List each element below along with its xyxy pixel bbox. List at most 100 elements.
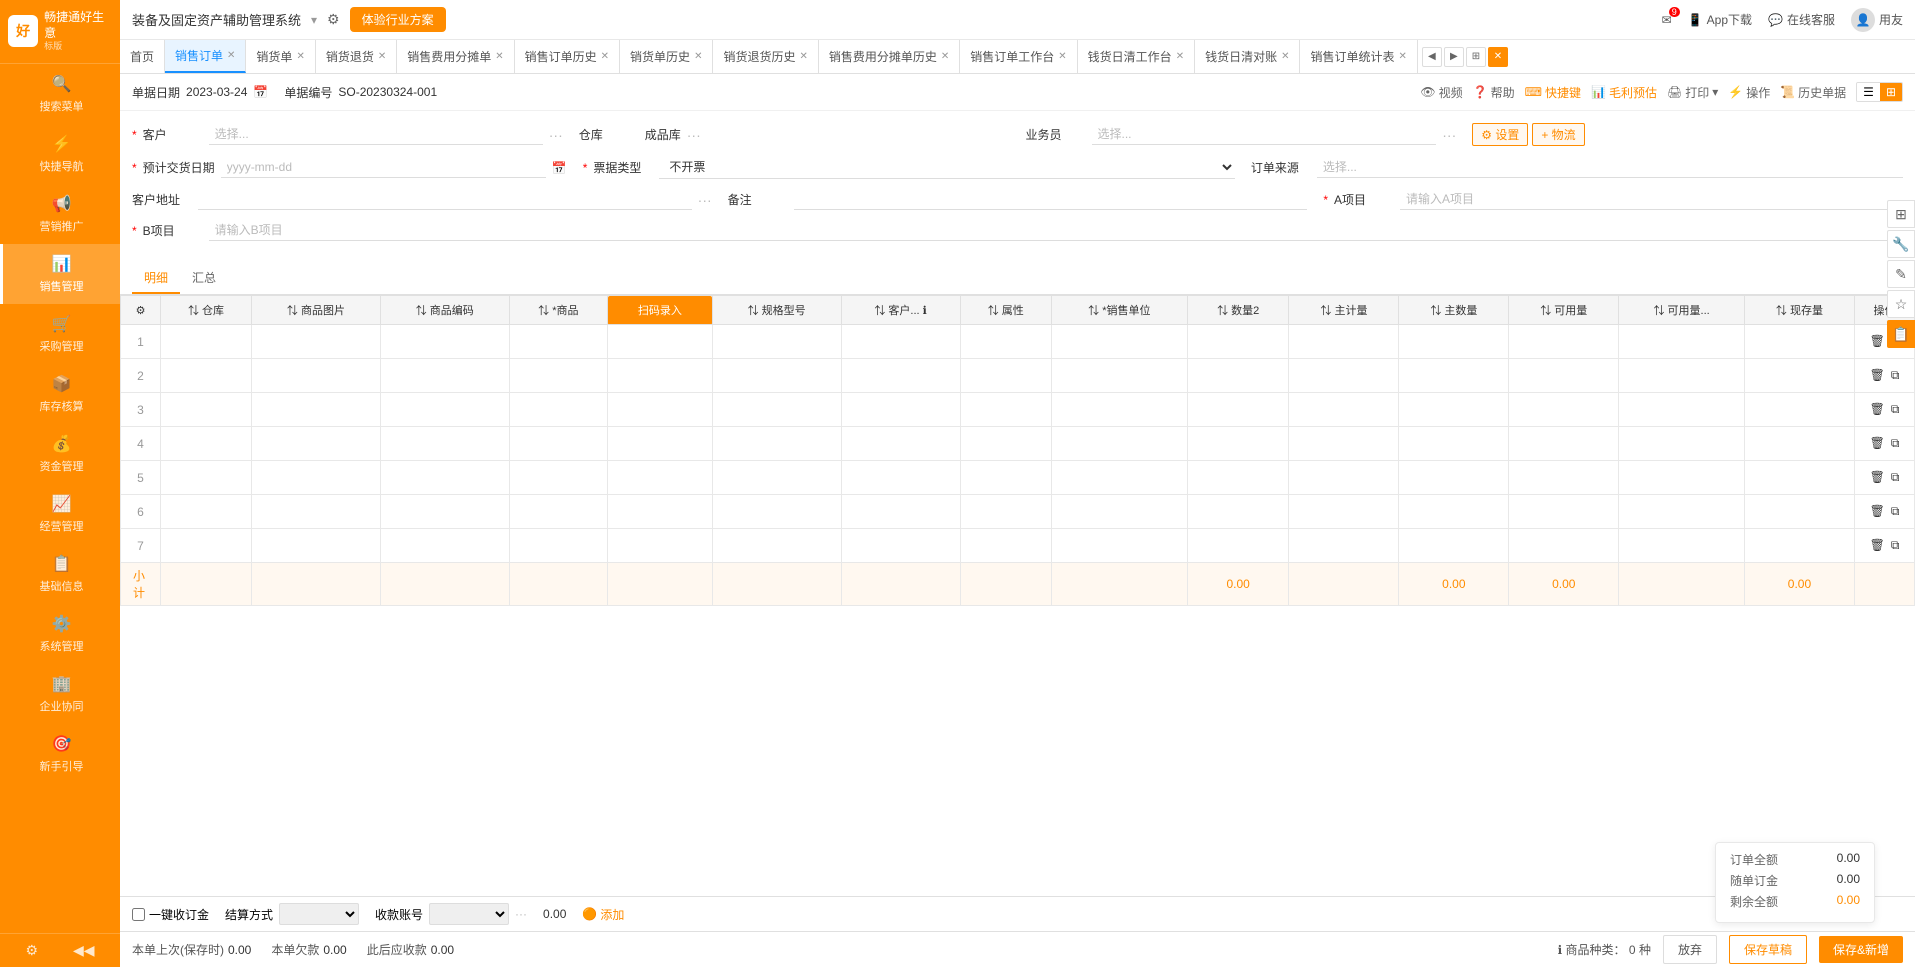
table-cell[interactable] xyxy=(1289,529,1399,563)
table-cell[interactable] xyxy=(1187,461,1289,495)
table-cell[interactable] xyxy=(1289,359,1399,393)
product-count-icon[interactable]: ℹ xyxy=(1558,943,1563,957)
table-cell[interactable] xyxy=(380,461,509,495)
float-btn-2[interactable]: 🔧 xyxy=(1887,230,1915,258)
solution-button[interactable]: 体验行业方案 xyxy=(350,7,446,32)
sidebar-item-enterprise[interactable]: 🏢企业协同 xyxy=(0,664,120,724)
table-cell[interactable] xyxy=(509,427,607,461)
project-a-input[interactable] xyxy=(1400,189,1903,210)
help-btn[interactable]: ❓ 帮助 xyxy=(1473,84,1515,101)
table-cell[interactable] xyxy=(1509,325,1619,359)
list-view-btn[interactable]: ☰ xyxy=(1857,83,1880,101)
topbar-dropdown-icon[interactable]: ▾ xyxy=(311,13,317,27)
add-btn[interactable]: 🟠 添加 xyxy=(582,906,624,923)
table-cell[interactable] xyxy=(608,427,713,461)
table-cell[interactable] xyxy=(380,359,509,393)
tab-close-sales-order-workbench[interactable]: ✕ xyxy=(1058,51,1066,62)
table-cell[interactable] xyxy=(1051,325,1187,359)
tab-close-sales-order-history[interactable]: ✕ xyxy=(601,51,609,62)
table-cell[interactable] xyxy=(1744,325,1854,359)
table-cell[interactable] xyxy=(841,325,960,359)
payment-method-select[interactable] xyxy=(279,903,359,925)
tab-close-cashflow-daily[interactable]: ✕ xyxy=(1176,51,1184,62)
tab-sales-order-history[interactable]: 销售订单历史✕ xyxy=(515,40,620,73)
table-cell[interactable] xyxy=(380,393,509,427)
sidebar-item-marketing[interactable]: 📢营销推广 xyxy=(0,184,120,244)
table-cell[interactable] xyxy=(1619,495,1745,529)
table-cell[interactable] xyxy=(1187,359,1289,393)
table-cell[interactable] xyxy=(509,461,607,495)
table-cell[interactable] xyxy=(712,461,841,495)
row-copy-icon[interactable]: ⧉ xyxy=(1891,368,1900,382)
table-cell[interactable] xyxy=(841,427,960,461)
float-btn-1[interactable]: ⊞ xyxy=(1887,200,1915,228)
table-cell[interactable] xyxy=(1619,529,1745,563)
table-cell[interactable] xyxy=(1399,325,1509,359)
table-view-btn[interactable]: ⊞ xyxy=(1880,83,1902,101)
table-cell[interactable] xyxy=(712,393,841,427)
tab-sales-order-workbench[interactable]: 销售订单工作台✕ xyxy=(960,40,1077,73)
table-cell[interactable] xyxy=(1509,427,1619,461)
sidebar-item-basic-info[interactable]: 📋基础信息 xyxy=(0,544,120,604)
float-btn-3[interactable]: ✎ xyxy=(1887,260,1915,288)
table-cell[interactable] xyxy=(380,325,509,359)
row-copy-icon[interactable]: ⧉ xyxy=(1891,470,1900,484)
table-cell[interactable] xyxy=(960,427,1051,461)
sidebar-item-inventory[interactable]: 📦库存核算 xyxy=(0,364,120,424)
shortcut-btn[interactable]: ⌨ 快捷键 xyxy=(1525,84,1581,101)
table-cell[interactable] xyxy=(161,359,252,393)
table-cell[interactable] xyxy=(1289,427,1399,461)
table-cell[interactable] xyxy=(1399,495,1509,529)
customer-input[interactable] xyxy=(209,124,543,145)
tab-close-all-btn[interactable]: ✕ xyxy=(1488,47,1508,67)
table-cell[interactable] xyxy=(608,359,713,393)
project-b-input[interactable] xyxy=(209,220,1903,241)
warehouse-more-icon[interactable]: ··· xyxy=(687,127,701,143)
tab-cashflow-daily[interactable]: 钱货日清工作台✕ xyxy=(1078,40,1195,73)
table-cell[interactable] xyxy=(1051,495,1187,529)
staff-more-icon[interactable]: ··· xyxy=(1442,127,1456,143)
delivery-input[interactable] xyxy=(221,157,546,178)
row-copy-icon[interactable]: ⧉ xyxy=(1891,504,1900,518)
table-cell[interactable] xyxy=(1187,325,1289,359)
table-cell[interactable] xyxy=(1399,427,1509,461)
account-more-icon[interactable]: ··· xyxy=(515,907,527,921)
tab-sales-order[interactable]: 销售订单✕ xyxy=(165,40,246,73)
table-cell[interactable] xyxy=(1187,495,1289,529)
tab-close-sales-refund[interactable]: ✕ xyxy=(378,51,386,62)
table-cell[interactable] xyxy=(1509,495,1619,529)
table-cell[interactable] xyxy=(960,529,1051,563)
tab-sales-expense-split[interactable]: 销售费用分摊单✕ xyxy=(397,40,514,73)
add-goods-btn[interactable]: + 物流 xyxy=(1532,123,1584,146)
table-cell[interactable] xyxy=(509,359,607,393)
table-cell[interactable] xyxy=(161,495,252,529)
sidebar-item-sales[interactable]: 📊销售管理 xyxy=(0,244,120,304)
sidebar-item-system[interactable]: ⚙️系统管理 xyxy=(0,604,120,664)
table-cell[interactable] xyxy=(1509,461,1619,495)
tab-next-btn[interactable]: ▶ xyxy=(1444,47,1464,67)
address-input[interactable] xyxy=(198,189,692,210)
tab-sales-expense-history[interactable]: 销售费用分摊单历史✕ xyxy=(819,40,960,73)
table-cell[interactable] xyxy=(960,359,1051,393)
account-select[interactable] xyxy=(429,903,509,925)
row-copy-icon[interactable]: ⧉ xyxy=(1891,436,1900,450)
tab-close-cashflow-reconcile[interactable]: ✕ xyxy=(1281,51,1289,62)
table-cell[interactable] xyxy=(161,427,252,461)
table-cell[interactable] xyxy=(1744,495,1854,529)
table-cell[interactable] xyxy=(509,495,607,529)
one-click-checkbox[interactable] xyxy=(132,908,145,921)
table-cell[interactable] xyxy=(608,495,713,529)
table-cell[interactable] xyxy=(960,461,1051,495)
table-cell[interactable] xyxy=(252,325,381,359)
user-menu[interactable]: 👤 用友 xyxy=(1851,8,1903,32)
table-cell[interactable] xyxy=(1051,427,1187,461)
table-cell[interactable] xyxy=(161,325,252,359)
tab-close-sales-return-history[interactable]: ✕ xyxy=(694,51,702,62)
sidebar-item-search[interactable]: 🔍搜索菜单 xyxy=(0,64,120,124)
history-btn[interactable]: 📜 历史单据 xyxy=(1780,84,1846,101)
discard-button[interactable]: 放弃 xyxy=(1663,935,1717,964)
table-cell[interactable] xyxy=(841,529,960,563)
row-copy-icon[interactable]: ⧉ xyxy=(1891,402,1900,416)
remark-input[interactable] xyxy=(794,189,1308,210)
print-btn[interactable]: 🖨 打印 ▾ xyxy=(1667,84,1718,101)
